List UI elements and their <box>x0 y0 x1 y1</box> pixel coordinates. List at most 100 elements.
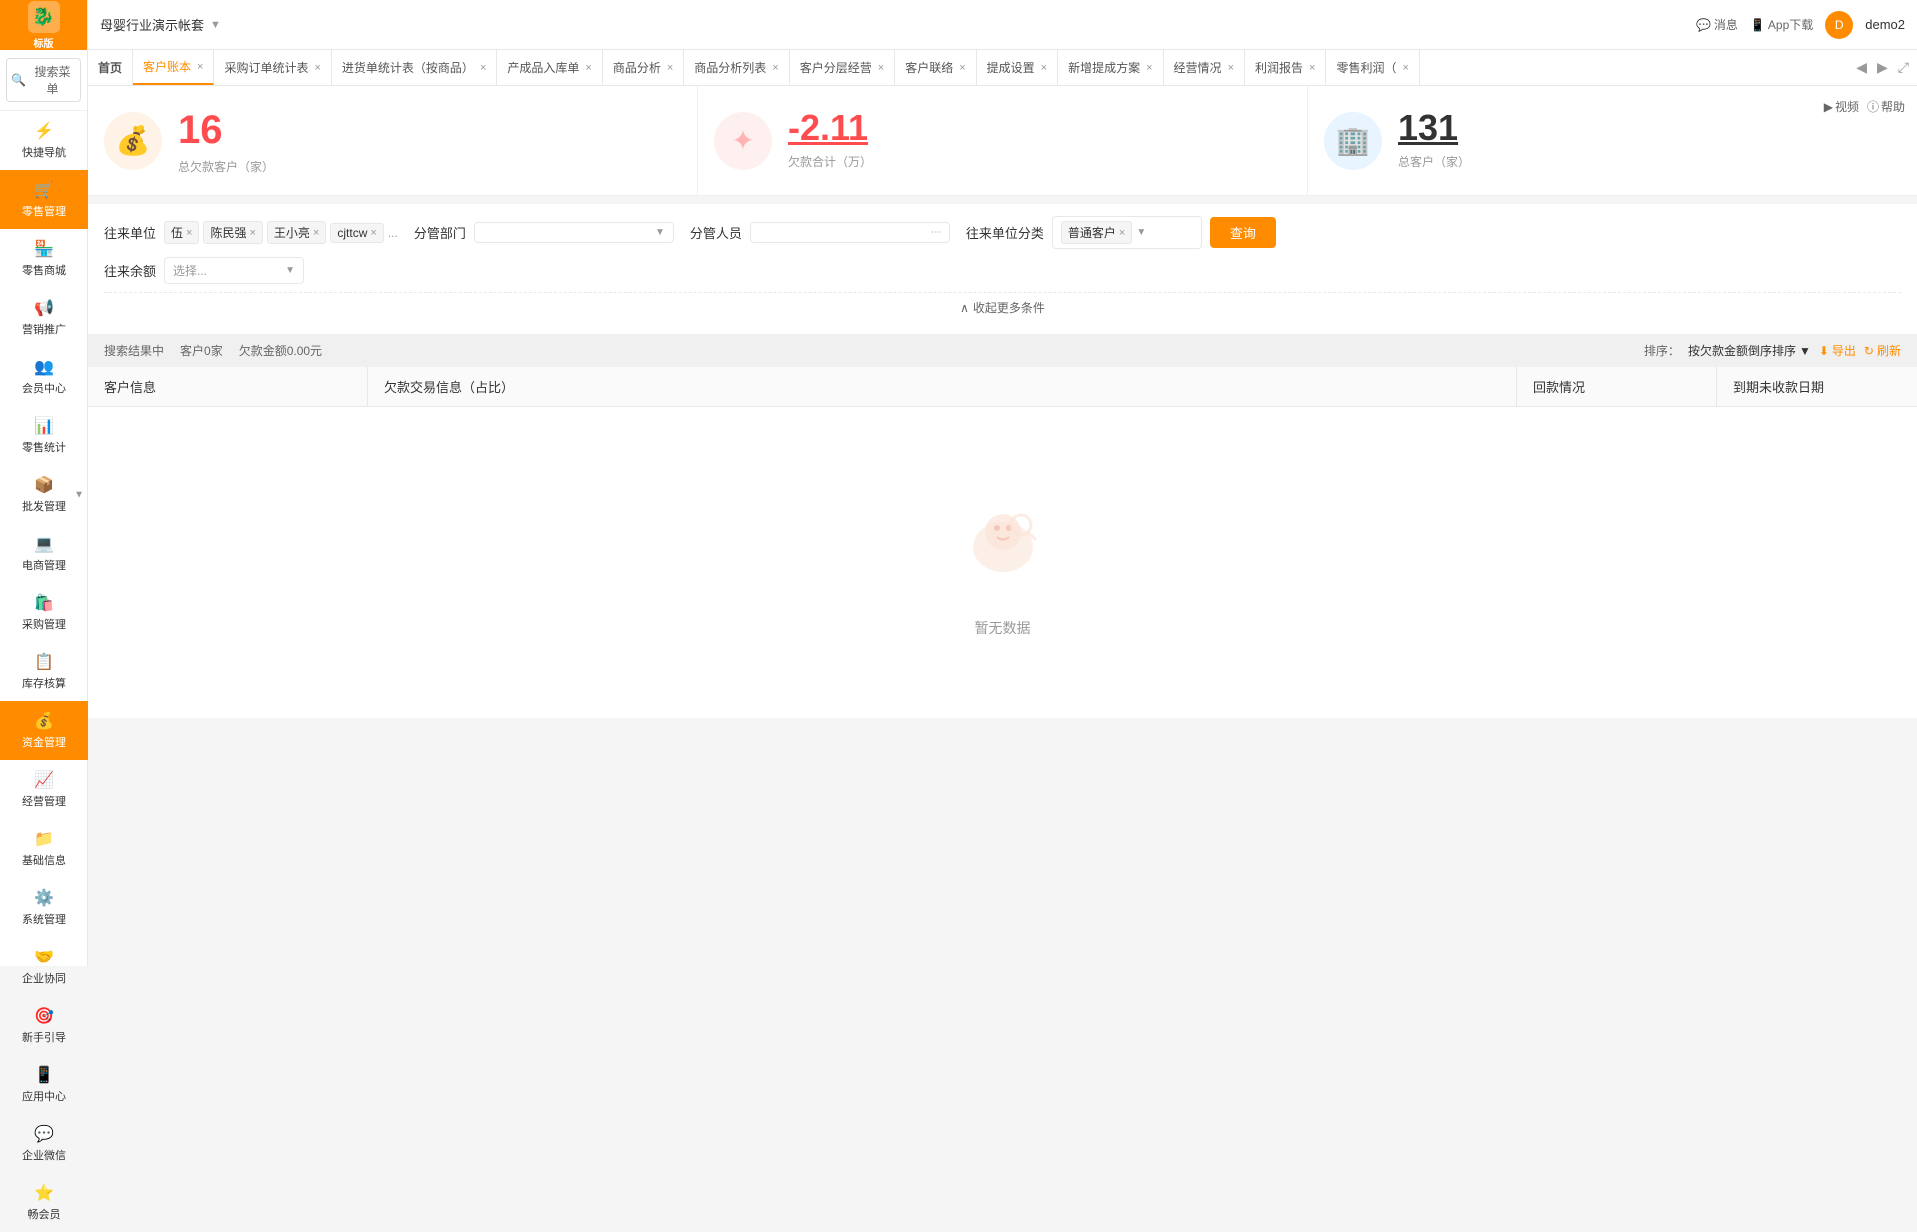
tab-retail-profit[interactable]: 零售利润（ × <box>1326 50 1419 85</box>
tab-close-biz[interactable]: × <box>1228 62 1234 74</box>
tab-close-promotion[interactable]: × <box>1041 62 1047 74</box>
refresh-button[interactable]: ↻ 刷新 <box>1864 342 1901 359</box>
sidebar-item-wholesale[interactable]: 📦 批发管理 ▼ <box>0 465 88 524</box>
export-button[interactable]: ⬇ 导出 <box>1819 342 1856 359</box>
sidebar-item-chang-member[interactable]: ⭐ 畅会员 <box>0 1173 88 1232</box>
tab-close-retail-profit[interactable]: × <box>1402 62 1408 74</box>
search-icon: 🔍 <box>11 73 26 87</box>
tag-close-wu[interactable]: × <box>186 227 192 239</box>
brand-selector[interactable]: 母婴行业演示帐套 ▼ <box>100 15 221 34</box>
tab-close-inventory[interactable]: × <box>480 62 486 74</box>
total-customers-value: 131 <box>1398 106 1458 149</box>
overdue-customers-label: 总欠款客户（家） <box>178 158 274 175</box>
filter-row-1: 往来单位 伍 × 陈民强 × 王小亮 × cjttcw <box>104 216 1901 249</box>
tab-customer-contact[interactable]: 客户联络 × <box>895 50 976 85</box>
tab-purchase-order-stats[interactable]: 采购订单统计表 × <box>214 50 331 85</box>
collapse-filters-button[interactable]: ∧ 收起更多条件 <box>104 292 1901 322</box>
overdue-amount-label: 欠款合计（万） <box>788 153 872 170</box>
sidebar-item-system[interactable]: ⚙️ 系统管理 <box>0 878 88 937</box>
ecommerce-icon: 💻 <box>34 534 54 554</box>
stat-total-customers: 🏢 131 总客户（家） ▶ 视频 ⓘ 帮助 <box>1308 86 1917 195</box>
sidebar-item-marketing[interactable]: 📢 营销推广 <box>0 288 88 347</box>
tab-close-purchase[interactable]: × <box>314 62 320 74</box>
tab-scroll-left[interactable]: ◀ <box>1854 57 1869 78</box>
sidebar-item-member[interactable]: 👥 会员中心 <box>0 347 88 406</box>
tab-biz-overview[interactable]: 经营情况 × <box>1164 50 1245 85</box>
sidebar-search-area: 🔍 搜索菜单 <box>0 50 87 111</box>
sidebar-item-enterprise-coop[interactable]: 🤝 企业协同 <box>0 937 88 996</box>
basic-info-icon: 📁 <box>34 829 54 849</box>
newbie-icon: 🎯 <box>34 1006 54 1026</box>
sidebar-item-inventory[interactable]: 📋 库存核算 <box>0 642 88 701</box>
chang-member-icon: ⭐ <box>34 1183 54 1203</box>
filter-tag-more[interactable]: ... <box>388 226 398 240</box>
tab-close-analysis[interactable]: × <box>667 62 673 74</box>
messages-button[interactable]: 💬 消息 <box>1696 16 1738 33</box>
stats-row: 💰 16 总欠款客户（家） ✦ -2.11 欠款合计（万） 🏢 131 总客户（… <box>88 86 1917 196</box>
filter-category-select[interactable]: 普通客户 × ▼ <box>1052 216 1202 249</box>
tab-product-analysis[interactable]: 商品分析 × <box>603 50 684 85</box>
tab-customer-balance[interactable]: 客户账本 × <box>133 50 214 85</box>
tab-close-cost[interactable]: × <box>585 62 591 74</box>
tab-scroll-right[interactable]: ▶ <box>1875 57 1890 78</box>
tab-close-contact[interactable]: × <box>959 62 965 74</box>
tag-close-category[interactable]: × <box>1119 227 1125 239</box>
mall-icon: 🏪 <box>34 239 54 259</box>
video-link[interactable]: ▶ 视频 <box>1824 98 1859 115</box>
sidebar-item-app-center[interactable]: 📱 应用中心 <box>0 1055 88 1114</box>
message-icon: 💬 <box>1696 18 1711 32</box>
sidebar-item-retail-management[interactable]: 🛒 零售管理 <box>0 170 88 229</box>
tab-close-new-promotion[interactable]: × <box>1146 62 1152 74</box>
tab-home[interactable]: 首页 <box>88 50 133 85</box>
tag-close-chen[interactable]: × <box>249 227 255 239</box>
query-button[interactable]: 查询 <box>1210 217 1276 248</box>
search-menu-button[interactable]: 🔍 搜索菜单 <box>6 58 81 102</box>
tab-promotion-settings[interactable]: 提成设置 × <box>977 50 1058 85</box>
result-bar-right: 排序： 按欠款金额倒序排序 ▼ ⬇ 导出 ↻ 刷新 <box>1644 342 1901 359</box>
tab-close-customer-balance[interactable]: × <box>197 61 203 73</box>
tab-product-analysis-list[interactable]: 商品分析列表 × <box>684 50 789 85</box>
filter-area: 往来单位 伍 × 陈民强 × 王小亮 × cjttcw <box>88 204 1917 334</box>
operations-icon: 📈 <box>34 770 54 790</box>
stat-total-icon: 🏢 <box>1324 112 1382 170</box>
sidebar-item-enterprise-wechat[interactable]: 💬 企业微信 <box>0 1114 88 1173</box>
filter-manager-select[interactable]: ⋯ <box>750 222 950 243</box>
help-link[interactable]: ⓘ 帮助 <box>1867 98 1905 115</box>
app-download-button[interactable]: 📱 App下载 <box>1750 16 1813 33</box>
stat-overdue-customers: 💰 16 总欠款客户（家） <box>88 86 698 195</box>
sidebar-item-retail-mall[interactable]: 🏪 零售商城 <box>0 229 88 288</box>
filter-dept-select[interactable]: ▼ <box>474 222 674 243</box>
tab-close-profit[interactable]: × <box>1309 62 1315 74</box>
total-customers-label: 总客户（家） <box>1398 153 1470 170</box>
table-header: 客户信息 欠款交易信息（占比） 回款情况 到期未收款日期 <box>88 367 1917 407</box>
sort-select[interactable]: 按欠款金额倒序排序 ▼ <box>1688 342 1811 359</box>
sidebar-item-purchase[interactable]: 🛍️ 采购管理 <box>0 583 88 642</box>
filter-unit-label: 往来单位 <box>104 223 156 242</box>
tag-close-wang[interactable]: × <box>313 227 319 239</box>
sidebar-item-basic-info[interactable]: 📁 基础信息 <box>0 819 88 878</box>
tag-close-cjttcw[interactable]: × <box>370 227 376 239</box>
user-avatar[interactable]: D <box>1825 11 1853 39</box>
empty-state-text: 暂无数据 <box>975 618 1031 638</box>
filter-balance-select[interactable]: 选择... ▼ <box>164 257 304 284</box>
collapse-icon: ∧ <box>960 301 969 315</box>
customer-count: 客户0家 <box>180 342 223 359</box>
phone-icon: 📱 <box>1750 18 1765 32</box>
tab-new-promotion-plan[interactable]: 新增提成方案 × <box>1058 50 1163 85</box>
sidebar-item-operations[interactable]: 📈 经营管理 <box>0 760 88 819</box>
filter-balance-label: 往来余额 <box>104 261 156 280</box>
tab-cost-inbound[interactable]: 产成品入库单 × <box>497 50 602 85</box>
tab-expand[interactable]: ⤢ <box>1896 57 1911 78</box>
tab-inventory-stats[interactable]: 进货单统计表（按商品） × <box>332 50 497 85</box>
sidebar-item-newbie[interactable]: 🎯 新手引导 <box>0 996 88 1055</box>
result-bar-left: 搜索结果中 客户0家 欠款金额0.00元 <box>104 342 322 359</box>
sidebar-item-shortcut[interactable]: ⚡ 快捷导航 <box>0 111 88 170</box>
tab-close-analysis-list[interactable]: × <box>772 62 778 74</box>
tab-profit-report[interactable]: 利润报告 × <box>1245 50 1326 85</box>
tab-customer-segment[interactable]: 客户分层经营 × <box>790 50 895 85</box>
sidebar-item-finance[interactable]: 💰 资金管理 <box>0 701 88 760</box>
tab-close-segment[interactable]: × <box>878 62 884 74</box>
filter-manager-label: 分管人员 <box>690 223 742 242</box>
sidebar-item-ecommerce[interactable]: 💻 电商管理 <box>0 524 88 583</box>
sidebar-item-retail-stats[interactable]: 📊 零售统计 <box>0 406 88 465</box>
